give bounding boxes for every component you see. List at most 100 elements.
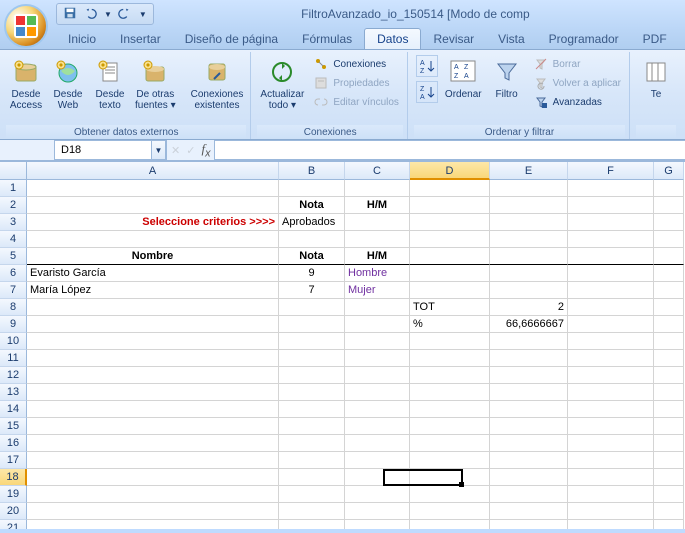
- cell-A7[interactable]: María López: [27, 282, 279, 299]
- cell-F11[interactable]: [568, 350, 654, 367]
- cell-F3[interactable]: [568, 214, 654, 231]
- col-header-a[interactable]: A: [27, 162, 279, 180]
- cell-B18[interactable]: [279, 469, 345, 486]
- cell-C8[interactable]: [345, 299, 410, 316]
- qat-customize-icon[interactable]: ▼: [139, 10, 147, 19]
- cell-G5[interactable]: [654, 248, 684, 265]
- cell-D1[interactable]: [410, 180, 490, 197]
- col-header-c[interactable]: C: [345, 162, 410, 180]
- cell-G13[interactable]: [654, 384, 684, 401]
- row-header-12[interactable]: 12: [0, 367, 27, 384]
- cell-G9[interactable]: [654, 316, 684, 333]
- cell-D10[interactable]: [410, 333, 490, 350]
- conexiones-button[interactable]: Conexiones: [311, 55, 401, 73]
- cell-B6[interactable]: 9: [279, 265, 345, 282]
- cell-F6[interactable]: [568, 265, 654, 282]
- cell-C18[interactable]: [345, 469, 410, 486]
- cell-D18[interactable]: [410, 469, 490, 486]
- cell-F21[interactable]: [568, 520, 654, 529]
- spreadsheet-grid[interactable]: A B C D E F G 12345678910111213141516171…: [0, 161, 685, 529]
- cell-G1[interactable]: [654, 180, 684, 197]
- cell-C17[interactable]: [345, 452, 410, 469]
- filtro-button[interactable]: Filtro: [487, 54, 527, 102]
- row-header-9[interactable]: 9: [0, 316, 27, 333]
- row-header-1[interactable]: 1: [0, 180, 27, 197]
- cell-F5[interactable]: [568, 248, 654, 265]
- cell-B17[interactable]: [279, 452, 345, 469]
- cell-E21[interactable]: [490, 520, 568, 529]
- cell-A5[interactable]: Nombre: [27, 248, 279, 265]
- cell-F12[interactable]: [568, 367, 654, 384]
- cell-D6[interactable]: [410, 265, 490, 282]
- cell-G2[interactable]: [654, 197, 684, 214]
- cell-G3[interactable]: [654, 214, 684, 231]
- cell-D4[interactable]: [410, 231, 490, 248]
- cell-D5[interactable]: [410, 248, 490, 265]
- cell-E16[interactable]: [490, 435, 568, 452]
- save-icon[interactable]: [63, 6, 77, 23]
- cell-D21[interactable]: [410, 520, 490, 529]
- desde-access-button[interactable]: DesdeAccess: [6, 54, 46, 113]
- row-header-2[interactable]: 2: [0, 197, 27, 214]
- row-header-7[interactable]: 7: [0, 282, 27, 299]
- cell-F9[interactable]: [568, 316, 654, 333]
- cell-E10[interactable]: [490, 333, 568, 350]
- cell-B4[interactable]: [279, 231, 345, 248]
- cell-A14[interactable]: [27, 401, 279, 418]
- cell-E15[interactable]: [490, 418, 568, 435]
- name-box-dropdown[interactable]: ▼: [152, 140, 166, 160]
- cell-E5[interactable]: [490, 248, 568, 265]
- office-button[interactable]: [4, 4, 48, 48]
- de-otras-fuentes-button[interactable]: De otrasfuentes ▾: [132, 54, 179, 113]
- undo-icon[interactable]: [83, 6, 97, 23]
- cell-D11[interactable]: [410, 350, 490, 367]
- cell-E14[interactable]: [490, 401, 568, 418]
- cell-F8[interactable]: [568, 299, 654, 316]
- cell-G7[interactable]: [654, 282, 684, 299]
- tab-programador[interactable]: Programador: [537, 29, 631, 49]
- cell-C19[interactable]: [345, 486, 410, 503]
- conexiones-existentes-button[interactable]: Conexionesexistentes: [188, 54, 247, 113]
- ordenar-button[interactable]: AZZA Ordenar: [442, 54, 485, 102]
- cell-A19[interactable]: [27, 486, 279, 503]
- cell-F15[interactable]: [568, 418, 654, 435]
- col-header-f[interactable]: F: [568, 162, 654, 180]
- row-header-17[interactable]: 17: [0, 452, 27, 469]
- cell-F2[interactable]: [568, 197, 654, 214]
- col-header-e[interactable]: E: [490, 162, 568, 180]
- row-header-14[interactable]: 14: [0, 401, 27, 418]
- row-header-18[interactable]: 18: [0, 469, 27, 486]
- cell-D14[interactable]: [410, 401, 490, 418]
- cell-E4[interactable]: [490, 231, 568, 248]
- cell-A2[interactable]: [27, 197, 279, 214]
- cell-A10[interactable]: [27, 333, 279, 350]
- cell-C21[interactable]: [345, 520, 410, 529]
- cell-D12[interactable]: [410, 367, 490, 384]
- cell-F18[interactable]: [568, 469, 654, 486]
- cell-F10[interactable]: [568, 333, 654, 350]
- cell-D13[interactable]: [410, 384, 490, 401]
- cell-C9[interactable]: [345, 316, 410, 333]
- cell-A9[interactable]: [27, 316, 279, 333]
- cell-B5[interactable]: Nota: [279, 248, 345, 265]
- cell-E6[interactable]: [490, 265, 568, 282]
- cell-D3[interactable]: [410, 214, 490, 231]
- actualizar-todo-button[interactable]: Actualizartodo ▾: [257, 54, 307, 113]
- cell-D17[interactable]: [410, 452, 490, 469]
- cell-E2[interactable]: [490, 197, 568, 214]
- undo-dropdown-icon[interactable]: ▼: [104, 10, 112, 19]
- cell-C15[interactable]: [345, 418, 410, 435]
- cell-B11[interactable]: [279, 350, 345, 367]
- cell-F13[interactable]: [568, 384, 654, 401]
- row-header-6[interactable]: 6: [0, 265, 27, 282]
- row-header-21[interactable]: 21: [0, 520, 27, 529]
- tab-pdf[interactable]: PDF: [631, 29, 679, 49]
- cell-F17[interactable]: [568, 452, 654, 469]
- cell-E11[interactable]: [490, 350, 568, 367]
- cell-B9[interactable]: [279, 316, 345, 333]
- cell-F19[interactable]: [568, 486, 654, 503]
- cell-B19[interactable]: [279, 486, 345, 503]
- row-header-4[interactable]: 4: [0, 231, 27, 248]
- cell-A11[interactable]: [27, 350, 279, 367]
- cell-E8[interactable]: 2: [490, 299, 568, 316]
